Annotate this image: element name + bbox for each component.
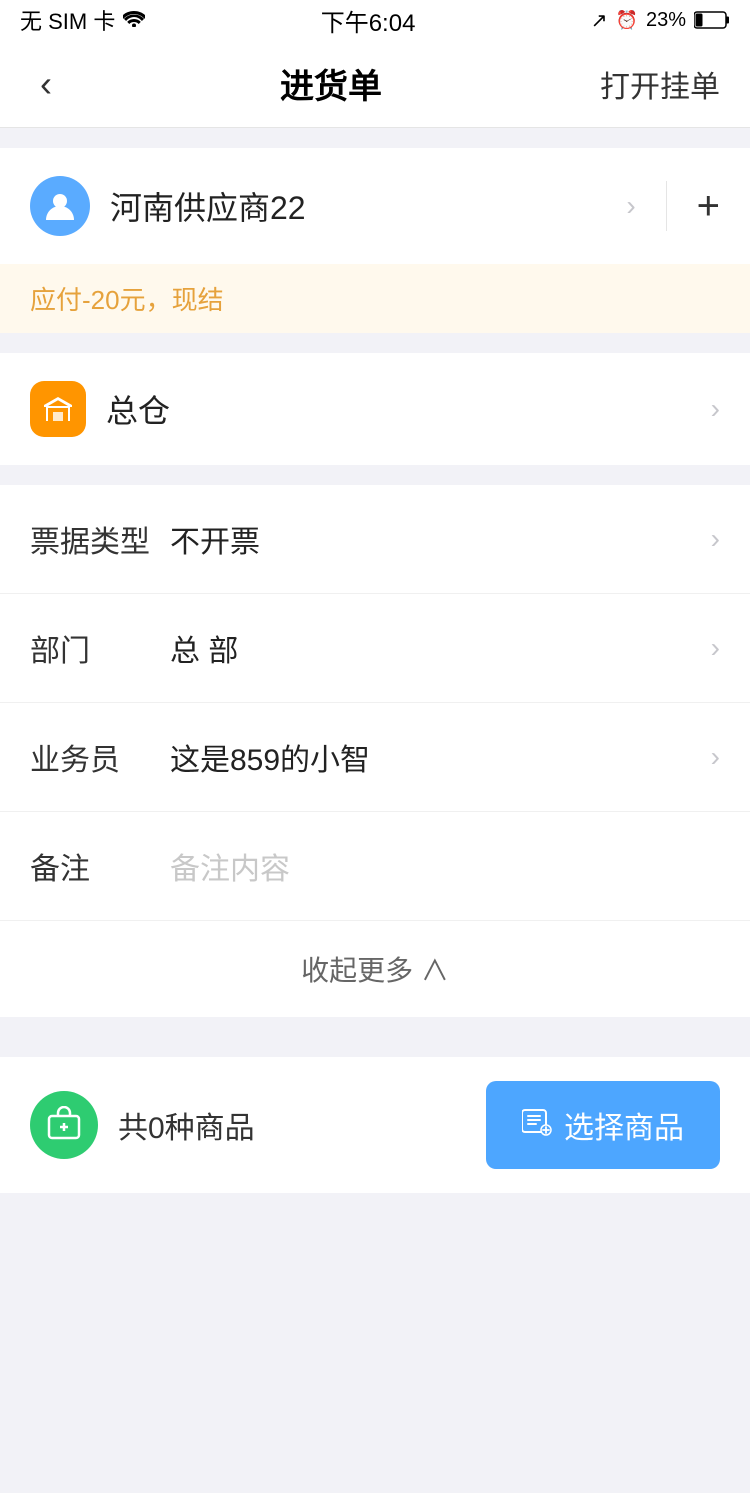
select-product-label: 选择商品 [564,1103,684,1147]
select-product-icon [522,1108,552,1143]
staff-row[interactable]: 业务员 这是859的小智 › [0,702,750,811]
alarm-icon: ⏰ [616,10,638,31]
notice-bar: 应付-20元，现结 [0,264,750,333]
status-right: ↗ ⏰ 23% [591,8,730,33]
supplier-name: 河南供应商22 [110,183,626,229]
bottom-product-section: 共0种商品 选择商品 [0,1057,750,1193]
section-divider-4 [0,1017,750,1037]
department-value: 总 部 [170,626,701,670]
warehouse-chevron-icon: › [711,393,720,425]
warehouse-icon [30,381,86,437]
supplier-section: 河南供应商22 › + 应付-20元，现结 [0,148,750,333]
section-divider-1 [0,128,750,148]
nav-bar: ‹ 进货单 打开挂单 [0,40,750,128]
section-divider-2 [0,333,750,353]
battery-percent: 23% [646,9,686,32]
notice-text: 应付-20元，现结 [30,285,224,315]
fields-section: 票据类型 不开票 › 部门 总 部 › 业务员 这是859的小智 › 备注 备注… [0,485,750,1017]
supplier-actions: › + [626,181,720,231]
status-left: 无 SIM 卡 [20,4,145,36]
warehouse-section: 总仓 › [0,353,750,465]
status-bar: 无 SIM 卡 下午6:04 ↗ ⏰ 23% [0,0,750,40]
ticket-type-label: 票据类型 [30,517,170,561]
remark-label: 备注 [30,844,170,888]
product-count-text: 共0种商品 [118,1103,486,1147]
remark-row[interactable]: 备注 备注内容 [0,811,750,920]
product-icon [30,1091,98,1159]
staff-chevron-icon: › [711,741,720,773]
open-pending-button[interactable]: 打开挂单 [600,62,720,106]
battery-icon [694,11,730,29]
no-sim-text: 无 SIM 卡 [20,4,115,36]
vertical-divider [666,181,667,231]
warehouse-name: 总仓 [106,386,711,432]
status-time: 下午6:04 [321,3,416,38]
page-title: 进货单 [280,59,382,108]
collapse-button[interactable]: 收起更多 ∧ [0,920,750,1017]
department-label: 部门 [30,626,170,670]
section-divider-3 [0,465,750,485]
back-button[interactable]: ‹ [30,53,62,115]
wifi-icon [123,7,145,33]
staff-value: 这是859的小智 [170,735,701,779]
department-chevron-icon: › [711,632,720,664]
ticket-type-chevron-icon: › [711,523,720,555]
select-product-button[interactable]: 选择商品 [486,1081,720,1169]
location-icon: ↗ [591,8,608,33]
ticket-type-value: 不开票 [170,517,701,561]
main-background [0,1193,750,1493]
ticket-type-row[interactable]: 票据类型 不开票 › [0,485,750,593]
warehouse-row[interactable]: 总仓 › [0,353,750,465]
collapse-label: 收起更多 ∧ [301,955,449,986]
department-row[interactable]: 部门 总 部 › [0,593,750,702]
supplier-chevron-icon: › [626,190,635,222]
staff-label: 业务员 [30,735,170,779]
add-supplier-icon[interactable]: + [697,184,720,229]
supplier-row[interactable]: 河南供应商22 › + [0,148,750,264]
supplier-avatar [30,176,90,236]
remark-input[interactable]: 备注内容 [170,844,720,888]
